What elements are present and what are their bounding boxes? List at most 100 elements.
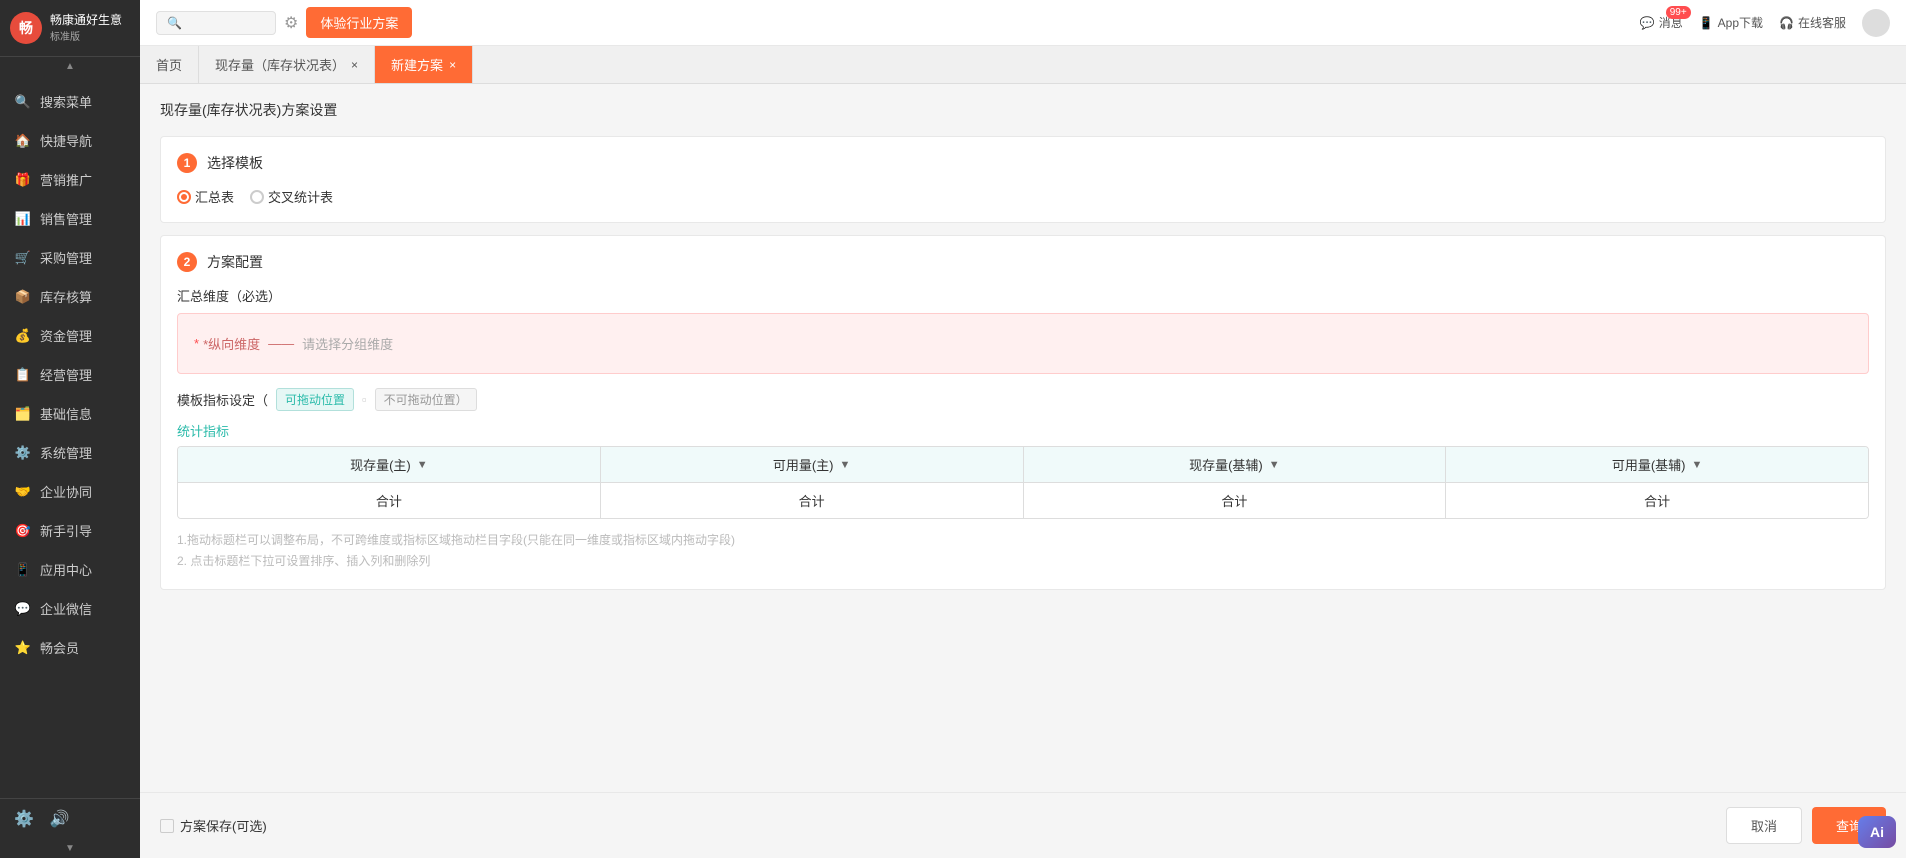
message-btn[interactable]: 💬 消息 99+ <box>1640 14 1683 31</box>
scroll-up-arrow[interactable]: ▲ <box>65 61 75 72</box>
settings-gear-icon[interactable]: ⚙ <box>284 13 298 33</box>
step2-num: 2 <box>177 252 197 272</box>
sidebar-item-quicknav[interactable]: 🏠 快捷导航 <box>0 121 140 160</box>
dim-arrow: —— <box>268 336 294 351</box>
summary-dim-label: 汇总维度（必选） <box>177 286 1869 305</box>
app-download-btn[interactable]: 📱 App下载 <box>1699 14 1763 31</box>
app-download-icon: 📱 <box>1699 16 1714 30</box>
sidebar-item-label: 新手引导 <box>40 521 92 540</box>
app-name: 畅康通好生意 <box>50 13 122 29</box>
apps-icon: 📱 <box>14 561 32 579</box>
collab-icon: 🤝 <box>14 483 32 501</box>
operations-icon: 📋 <box>14 366 32 384</box>
tip-row-1: 1.拖动标题栏可以调整布局，不可跨维度或指标区域拖动栏目字段(只能在同一维度或指… <box>177 531 1869 548</box>
system-icon: ⚙️ <box>14 444 32 462</box>
col-dropdown-icon[interactable]: ▼ <box>840 459 851 471</box>
tab-home[interactable]: 首页 <box>140 46 199 83</box>
sidebar-item-apps[interactable]: 📱 应用中心 <box>0 550 140 589</box>
online-service-btn[interactable]: 🎧 在线客服 <box>1779 14 1846 31</box>
scroll-down-arrow[interactable]: ▼ <box>65 843 75 854</box>
sidebar-item-basic[interactable]: 🗂️ 基础信息 <box>0 394 140 433</box>
sidebar-item-finance[interactable]: 💰 资金管理 <box>0 316 140 355</box>
sidebar-item-label: 畅会员 <box>40 638 79 657</box>
tip-text: 1.拖动标题栏可以调整布局，不可跨维度或指标区域拖动栏目字段(只能在同一维度或指… <box>177 531 735 548</box>
newbie-icon: 🎯 <box>14 522 32 540</box>
radio-label-cross: 交叉统计表 <box>268 187 333 206</box>
tab-inventory-status[interactable]: 现存量（库存状况表） × <box>199 46 375 83</box>
topbar-left: 🔍 ⚙ 体验行业方案 <box>156 7 1628 38</box>
tip-row-2: 2. 点击标题栏下拉可设置排序、插入列和删除列 <box>177 552 1869 569</box>
indicator-settings-row: 模板指标设定（ 可拖动位置 ▫ 不可拖动位置） <box>177 388 1869 411</box>
vertical-dim-area[interactable]: * *纵向维度 —— 请选择分组维度 <box>177 313 1869 374</box>
sidebar-item-label: 快捷导航 <box>40 131 92 150</box>
search-bar[interactable]: 🔍 <box>156 11 276 35</box>
tab-close-inventory-status[interactable]: × <box>351 58 358 72</box>
col-dropdown-icon[interactable]: ▼ <box>1692 459 1703 471</box>
stat-col-header[interactable]: 现存量(主) ▼ <box>178 447 601 482</box>
sidebar-item-member[interactable]: ⭐ 畅会员 <box>0 628 140 667</box>
sidebar-item-label: 系统管理 <box>40 443 92 462</box>
app-edition: 标准版 <box>50 28 122 43</box>
marketing-icon: 🎁 <box>14 171 32 189</box>
sidebar-nav: 🔍 搜索菜单 🏠 快捷导航 🎁 营销推广 📊 销售管理 🛒 采购管理 📦 库存核… <box>0 76 140 798</box>
sidebar-item-sales[interactable]: 📊 销售管理 <box>0 199 140 238</box>
vertical-dim-label: *纵向维度 <box>203 334 260 353</box>
online-service-label: 在线客服 <box>1798 14 1846 31</box>
quicknav-icon: 🏠 <box>14 132 32 150</box>
draggable-tag: 可拖动位置 <box>276 388 354 411</box>
radio-cross[interactable]: 交叉统计表 <box>250 187 333 206</box>
step1-label: 选择模板 <box>207 153 263 173</box>
stat-col-header[interactable]: 可用量(基辅)▼ <box>1446 447 1868 482</box>
topbar: 🔍 ⚙ 体验行业方案 💬 消息 99+ 📱 App下载 🎧 在线客服 <box>140 0 1906 46</box>
template-radio-group: 汇总表 交叉统计表 <box>177 187 1869 206</box>
search-icon: 🔍 <box>14 93 32 111</box>
sidebar-item-collab[interactable]: 🤝 企业协同 <box>0 472 140 511</box>
stat-col-header[interactable]: 可用量(主) ▼ <box>601 447 1024 482</box>
radio-label-summary: 汇总表 <box>195 187 234 206</box>
inventory-icon: 📦 <box>14 288 32 306</box>
tip-text: 2. 点击标题栏下拉可设置排序、插入列和删除列 <box>177 552 430 569</box>
sidebar-item-label: 基础信息 <box>40 404 92 423</box>
step2-card: 2 方案配置 汇总维度（必选） * *纵向维度 —— 请选择分组维度 模板指标设… <box>160 235 1886 590</box>
tab-label-home: 首页 <box>156 55 182 74</box>
col-dropdown-icon[interactable]: ▼ <box>417 459 428 471</box>
sidebar-item-wechat[interactable]: 💬 企业微信 <box>0 589 140 628</box>
sidebar-item-newbie[interactable]: 🎯 新手引导 <box>0 511 140 550</box>
col-dropdown-icon[interactable]: ▼ <box>1269 459 1280 471</box>
topbar-right: 💬 消息 99+ 📱 App下载 🎧 在线客服 <box>1640 9 1890 37</box>
stat-col-header[interactable]: 现存量(基辅)▼ <box>1024 447 1447 482</box>
save-checkbox[interactable] <box>160 819 174 833</box>
settings-icon[interactable]: ⚙️ <box>14 809 34 829</box>
industry-btn[interactable]: 体验行业方案 <box>306 7 412 38</box>
ai-badge[interactable]: Ai <box>1858 816 1896 848</box>
step2-label: 方案配置 <box>207 252 263 272</box>
cancel-button[interactable]: 取消 <box>1726 807 1802 844</box>
sidebar-item-operations[interactable]: 📋 经营管理 <box>0 355 140 394</box>
tab-new-scheme[interactable]: 新建方案× <box>375 46 473 83</box>
sidebar-item-marketing[interactable]: 🎁 营销推广 <box>0 160 140 199</box>
radio-summary[interactable]: 汇总表 <box>177 187 234 206</box>
sidebar-item-purchase[interactable]: 🛒 采购管理 <box>0 238 140 277</box>
content-area: 现存量(库存状况表)方案设置 1 选择模板 汇总表交叉统计表 2 方案配置 汇总… <box>140 84 1906 792</box>
tab-close-new-scheme[interactable]: × <box>449 58 456 72</box>
sidebar-item-search[interactable]: 🔍 搜索菜单 <box>0 82 140 121</box>
sidebar-item-inventory[interactable]: 📦 库存核算 <box>0 277 140 316</box>
tab-label-inventory-status: 现存量（库存状况表） <box>215 55 345 74</box>
sidebar-item-label: 库存核算 <box>40 287 92 306</box>
logo-icon: 畅 <box>10 12 42 44</box>
stat-col-body: 合计 <box>1024 482 1447 518</box>
save-checkbox-wrap[interactable]: 方案保存(可选) <box>160 816 267 835</box>
tabs-bar: 首页现存量（库存状况表）×新建方案× <box>140 46 1906 84</box>
col-label: 现存量(主) <box>350 455 411 474</box>
bottom-bar: 方案保存(可选) 取消 查询 <box>140 792 1906 858</box>
audio-icon[interactable]: 🔊 <box>50 809 70 829</box>
sidebar-item-system[interactable]: ⚙️ 系统管理 <box>0 433 140 472</box>
headset-icon: 🎧 <box>1779 16 1794 30</box>
stat-title: 统计指标 <box>177 421 1869 440</box>
col-label: 可用量(主) <box>773 455 834 474</box>
sidebar-item-label: 销售管理 <box>40 209 92 228</box>
message-badge: 99+ <box>1666 6 1691 19</box>
user-avatar[interactable] <box>1862 9 1890 37</box>
sidebar-footer: ⚙️ 🔊 <box>0 798 140 839</box>
sidebar: 畅 畅康通好生意 标准版 ▲ 🔍 搜索菜单 🏠 快捷导航 🎁 营销推广 📊 销售… <box>0 0 140 858</box>
